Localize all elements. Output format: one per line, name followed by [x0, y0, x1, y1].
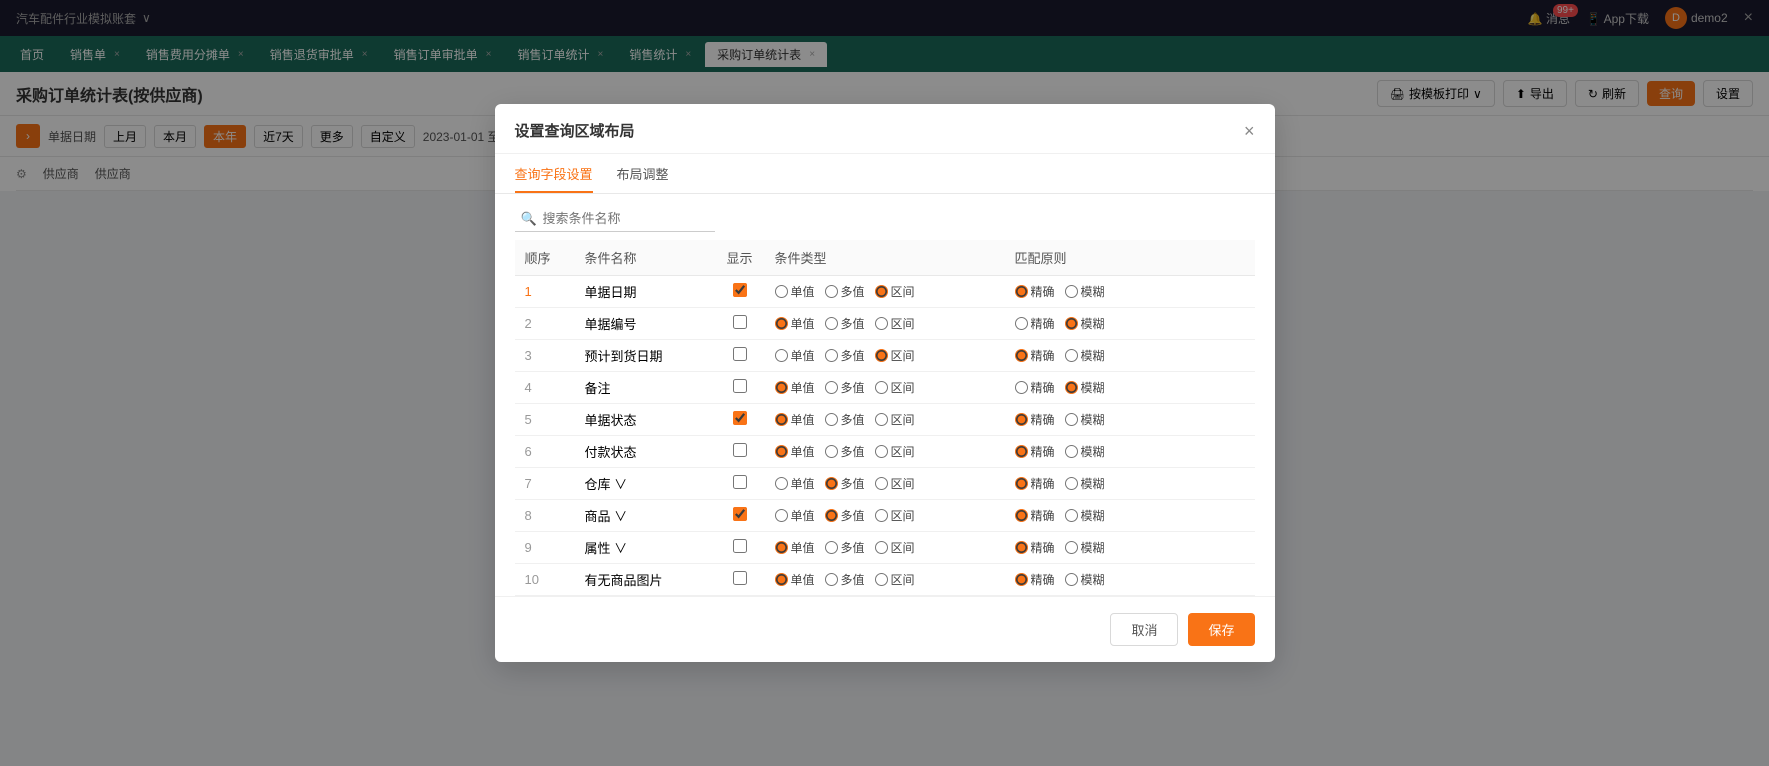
table-row: 6 付款状态 单值多值区间 精确模糊 [515, 436, 1255, 468]
th-match-rule: 匹配原则 [1005, 240, 1255, 276]
modal-title: 设置查询区域布局 [515, 120, 635, 141]
match-rule-group: 精确模糊 [1015, 507, 1245, 524]
row-order-num: 7 [525, 476, 532, 491]
display-checkbox[interactable] [733, 283, 747, 297]
cond-type-group: 单值多值区间 [775, 379, 995, 396]
table-row: 11来单结束日期单值多值区间精确模糊 [515, 596, 1255, 597]
row-cond-name: 付款状态 [575, 436, 715, 468]
row-cond-name: 预计到货日期 [575, 340, 715, 372]
table-row: 7 仓库 ∨ 单值多值区间 精确模糊 [515, 468, 1255, 500]
modal-close-btn[interactable]: × [1244, 122, 1255, 140]
table-row: 8 商品 ∨ 单值多值区间 精确模糊 [515, 500, 1255, 532]
cond-type-group: 单值多值区间 [775, 507, 995, 524]
modal-tab-query-fields[interactable]: 查询字段设置 [515, 154, 593, 193]
row-order-num: 1 [525, 284, 532, 299]
table-row: 2 单据编号 单值多值区间 精确模糊 [515, 308, 1255, 340]
modal-tabs: 查询字段设置 布局调整 [495, 154, 1275, 194]
save-btn[interactable]: 保存 [1188, 613, 1254, 646]
cond-type-group: 单值多值区间 [775, 443, 995, 460]
search-input-wrap: 🔍 [515, 206, 715, 232]
row-order-num: 6 [525, 444, 532, 459]
cond-type-group: 单值多值区间 [775, 315, 995, 332]
match-rule-group: 精确模糊 [1015, 571, 1245, 588]
row-cond-name: 备注 [575, 372, 715, 404]
table-row: 5 单据状态 单值多值区间 精确模糊 [515, 404, 1255, 436]
row-order-num: 3 [525, 348, 532, 363]
display-checkbox[interactable] [733, 507, 747, 521]
match-rule-group: 精确模糊 [1015, 443, 1245, 460]
modal-search-area: 🔍 [495, 194, 1275, 240]
modal-footer: 取消 保存 [495, 596, 1275, 662]
cond-type-group: 单值多值区间 [775, 475, 995, 492]
row-cond-name: 来单结束日期 [575, 596, 715, 597]
row-cond-name: 单据日期 [575, 276, 715, 308]
display-checkbox[interactable] [733, 475, 747, 489]
modal-header: 设置查询区域布局 × [495, 104, 1275, 154]
row-order-num: 10 [525, 572, 539, 587]
modal-overlay: 设置查询区域布局 × 查询字段设置 布局调整 🔍 顺序 [0, 0, 1769, 766]
row-order-num: 5 [525, 412, 532, 427]
display-checkbox[interactable] [733, 443, 747, 457]
modal-tab-layout[interactable]: 布局调整 [617, 154, 669, 193]
match-rule-group: 精确模糊 [1015, 283, 1245, 300]
cond-type-group: 单值多值区间 [775, 347, 995, 364]
th-cond-type: 条件类型 [765, 240, 1005, 276]
table-row: 10 有无商品图片 单值多值区间 精确模糊 [515, 564, 1255, 596]
cancel-btn[interactable]: 取消 [1110, 613, 1178, 646]
display-checkbox[interactable] [733, 571, 747, 585]
row-order-num: 9 [525, 540, 532, 555]
match-rule-group: 精确模糊 [1015, 315, 1245, 332]
row-cond-name: 单据编号 [575, 308, 715, 340]
table-row: 4 备注 单值多值区间 精确模糊 [515, 372, 1255, 404]
condition-search-input[interactable] [515, 206, 715, 232]
th-cond-name: 条件名称 [575, 240, 715, 276]
row-cond-name: 商品 ∨ [575, 500, 715, 532]
display-checkbox[interactable] [733, 315, 747, 329]
row-cond-name: 单据状态 [575, 404, 715, 436]
match-rule-group: 精确模糊 [1015, 539, 1245, 556]
table-row: 9 属性 ∨ 单值多值区间 精确模糊 [515, 532, 1255, 564]
display-checkbox[interactable] [733, 379, 747, 393]
display-checkbox[interactable] [733, 411, 747, 425]
conditions-table-body: 1单据日期单值多值区间精确模糊2单据编号单值多值区间精确模糊3预计到货日期单值多… [515, 276, 1255, 596]
table-header-row: 顺序 条件名称 显示 条件类型 匹配原则 [515, 240, 1255, 276]
cond-type-group: 单值多值区间 [775, 539, 995, 556]
th-display: 显示 [715, 240, 765, 276]
cond-type-group: 单值多值区间 [775, 283, 995, 300]
table-row: 1 单据日期 单值多值区间 精确模糊 [515, 276, 1255, 308]
match-rule-group: 精确模糊 [1015, 347, 1245, 364]
display-checkbox[interactable] [733, 539, 747, 553]
row-order-num: 8 [525, 508, 532, 523]
th-order: 顺序 [515, 240, 575, 276]
row-cond-name: 属性 ∨ [575, 532, 715, 564]
display-checkbox[interactable] [733, 347, 747, 361]
row-order-num: 4 [525, 380, 532, 395]
table-row: 3 预计到货日期 单值多值区间 精确模糊 [515, 340, 1255, 372]
row-order-num: 2 [525, 316, 532, 331]
cond-type-group: 单值多值区间 [775, 571, 995, 588]
cond-type-group: 单值多值区间 [775, 411, 995, 428]
settings-modal: 设置查询区域布局 × 查询字段设置 布局调整 🔍 顺序 [495, 104, 1275, 662]
row-cond-name: 仓库 ∨ [575, 468, 715, 500]
modal-table-wrap: 顺序 条件名称 显示 条件类型 匹配原则 1单据日期单值多值区间精确模糊2单据编… [495, 240, 1275, 596]
match-rule-group: 精确模糊 [1015, 475, 1245, 492]
match-rule-group: 精确模糊 [1015, 379, 1245, 396]
row-cond-name: 有无商品图片 [575, 564, 715, 596]
match-rule-group: 精确模糊 [1015, 411, 1245, 428]
conditions-table: 顺序 条件名称 显示 条件类型 匹配原则 [515, 240, 1255, 276]
search-icon: 🔍 [521, 211, 537, 227]
modal-table-scroll[interactable]: 1单据日期单值多值区间精确模糊2单据编号单值多值区间精确模糊3预计到货日期单值多… [515, 276, 1255, 596]
